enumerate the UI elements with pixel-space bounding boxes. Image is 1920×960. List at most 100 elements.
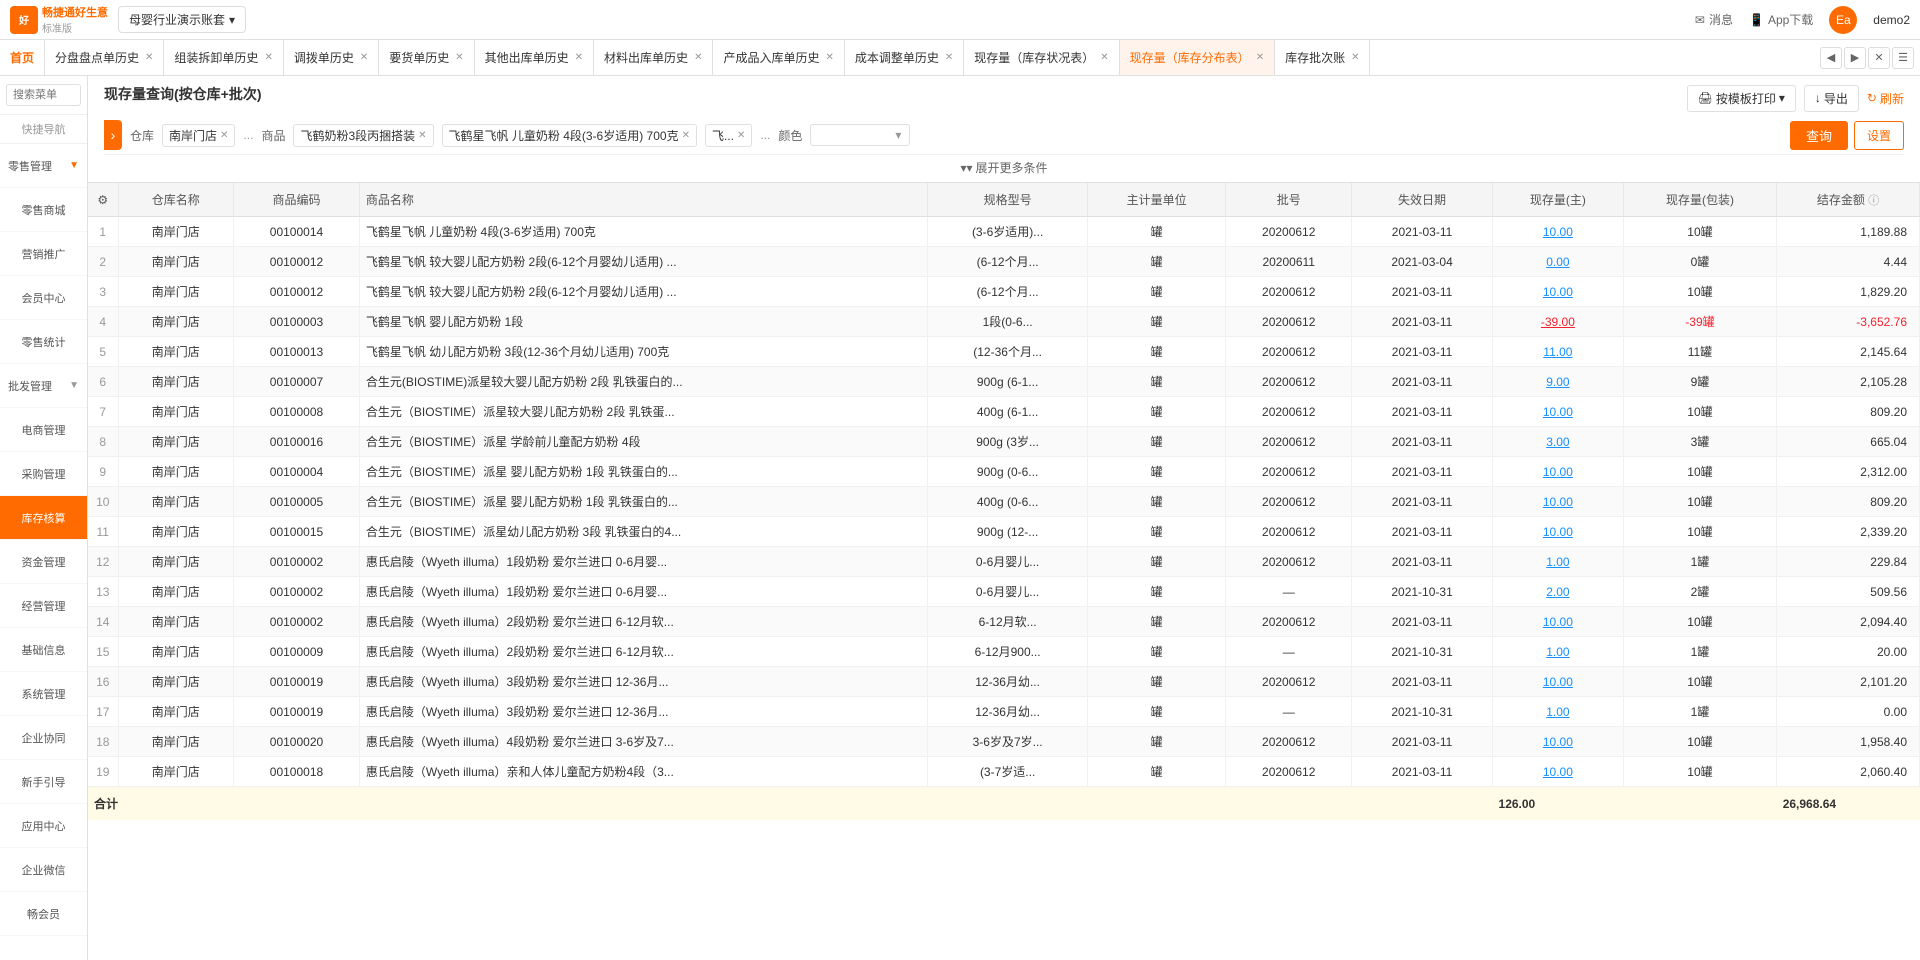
row-qty-main[interactable]: 10.00 [1493, 277, 1624, 307]
export-btn[interactable]: ↓ 导出 [1804, 85, 1859, 112]
nav-tab-inv-status[interactable]: 现存量（库存状况表） ✕ [964, 40, 1119, 76]
purchase-label: 采购管理 [22, 466, 66, 482]
nav-tab-transfer[interactable]: 调拨单历史 ✕ [284, 40, 379, 76]
row-qty-main[interactable]: 11.00 [1493, 337, 1624, 367]
row-qty-main[interactable]: 10.00 [1493, 517, 1624, 547]
user-avatar[interactable]: Ea [1829, 6, 1857, 34]
row-code: 00100015 [234, 517, 360, 547]
nav-tab-inv-dist[interactable]: 现存量（库存分布表） ✕ [1120, 40, 1275, 76]
row-qty-main[interactable]: 1.00 [1493, 697, 1624, 727]
close-combo-tab[interactable]: ✕ [264, 52, 272, 63]
sidebar-item-wechat[interactable]: 企业微信 [0, 848, 87, 892]
row-name: 惠氏启陵（Wyeth illuma）亲和人体儿童配方奶粉4段（3... [359, 757, 927, 787]
retail-label: 零售管理 [8, 158, 52, 174]
product-tag-3[interactable]: 飞... ✕ [705, 124, 752, 147]
row-qty-main[interactable]: 10.00 [1493, 397, 1624, 427]
industry-selector[interactable]: 母婴行业演示账套 ▾ [118, 6, 246, 33]
close-inv-dist-tab[interactable]: ✕ [1256, 52, 1264, 63]
nav-next-btn[interactable]: ▶ [1844, 47, 1866, 69]
sidebar-item-marketing[interactable]: 营销推广 [0, 232, 87, 276]
product-tag-2[interactable]: 飞鹤星飞帆 儿童奶粉 4段(3-6岁适用) 700克 ✕ [442, 124, 697, 147]
nav-tab-batch[interactable]: 库存批次账 ✕ [1275, 40, 1370, 76]
sidebar-item-app-center[interactable]: 应用中心 [0, 804, 87, 848]
sidebar-item-purchase[interactable]: 采购管理 [0, 452, 87, 496]
table-row: 1 南岸门店 00100014 飞鹤星飞帆 儿童奶粉 4段(3-6岁适用) 70… [88, 217, 1920, 247]
nav-tab-home[interactable]: 首页 [0, 40, 45, 76]
row-qty-main[interactable]: 10.00 [1493, 667, 1624, 697]
expand-sidebar-btn[interactable]: › [104, 120, 122, 150]
nav-prev-btn[interactable]: ◀ [1820, 47, 1842, 69]
nav-tab-combo[interactable]: 组装拆卸单历史 ✕ [164, 40, 283, 76]
query-button[interactable]: 查询 [1790, 121, 1848, 150]
close-material-tab[interactable]: ✕ [694, 52, 702, 63]
row-qty-main[interactable]: 10.00 [1493, 727, 1624, 757]
sidebar-item-member2[interactable]: 畅会员 [0, 892, 87, 936]
sidebar-item-shop[interactable]: 零售商城 [0, 188, 87, 232]
close-product-in-tab[interactable]: ✕ [825, 52, 833, 63]
sidebar-item-operations[interactable]: 经营管理 [0, 584, 87, 628]
expand-more-btn[interactable]: ▾▾ 展开更多条件 [960, 159, 1047, 176]
nav-tab-split[interactable]: 分盘盘点单历史 ✕ [45, 40, 164, 76]
close-inv-status-tab[interactable]: ✕ [1100, 52, 1108, 63]
row-qty-main[interactable]: 0.00 [1493, 247, 1624, 277]
row-qty-main[interactable]: 10.00 [1493, 607, 1624, 637]
col-settings[interactable]: ⚙ [88, 183, 118, 217]
row-qty-main[interactable]: 10.00 [1493, 457, 1624, 487]
template-print-btn[interactable]: 🖨 按模板打印 ▾ [1687, 85, 1796, 112]
row-qty-main[interactable]: 1.00 [1493, 547, 1624, 577]
message-action[interactable]: ✉ 消息 [1695, 11, 1733, 28]
sidebar-item-system[interactable]: 系统管理 [0, 672, 87, 716]
row-qty-main[interactable]: 10.00 [1493, 487, 1624, 517]
sidebar-item-member[interactable]: 会员中心 [0, 276, 87, 320]
product-tag-1[interactable]: 飞鹤奶粉3段丙捆搭装 ✕ [293, 124, 433, 147]
remove-product-tag-2[interactable]: ✕ [682, 130, 690, 141]
remove-product-tag-3[interactable]: ✕ [737, 130, 745, 141]
close-batch-tab[interactable]: ✕ [1351, 52, 1359, 63]
sidebar-item-collab[interactable]: 企业协同 [0, 716, 87, 760]
row-no: 1 [88, 217, 118, 247]
remove-warehouse-tag[interactable]: ✕ [220, 130, 228, 141]
sidebar-item-ecommerce[interactable]: 电商管理 [0, 408, 87, 452]
close-order-tab[interactable]: ✕ [455, 52, 463, 63]
header-actions: 🖨 按模板打印 ▾ ↓ 导出 ↻ 刷新 [1687, 85, 1904, 112]
nav-tab-cost[interactable]: 成本调整单历史 ✕ [845, 40, 964, 76]
row-qty-main[interactable]: 9.00 [1493, 367, 1624, 397]
sidebar-item-wholesale[interactable]: 批发管理 ▼ [0, 364, 87, 408]
nav-tab-material[interactable]: 材料出库单历史 ✕ [594, 40, 713, 76]
close-split-tab[interactable]: ✕ [145, 52, 153, 63]
nav-close-btn[interactable]: ✕ [1868, 47, 1890, 69]
row-qty-pkg: 10罐 [1623, 607, 1776, 637]
amount-info-icon[interactable]: ⓘ [1868, 195, 1879, 207]
row-expiry: 2021-03-11 [1352, 487, 1493, 517]
app-download-action[interactable]: 📱 App下载 [1749, 11, 1813, 28]
search-input[interactable] [6, 84, 81, 106]
nav-tab-other-out[interactable]: 其他出库单历史 ✕ [475, 40, 594, 76]
sidebar-item-retail[interactable]: 零售管理 ▼ [0, 144, 87, 188]
settings-button[interactable]: 设置 [1854, 121, 1904, 150]
brand-logo-icon: 好 [10, 6, 38, 34]
row-qty-main[interactable]: 2.00 [1493, 577, 1624, 607]
sidebar-item-basics[interactable]: 基础信息 [0, 628, 87, 672]
row-warehouse: 南岸门店 [118, 367, 234, 397]
row-qty-pkg: 10罐 [1623, 757, 1776, 787]
row-qty-main[interactable]: 10.00 [1493, 757, 1624, 787]
nav-tab-product-in[interactable]: 产成品入库单历史 ✕ [713, 40, 844, 76]
color-selector[interactable]: ▾ [810, 124, 910, 146]
row-qty-main[interactable]: -39.00 [1493, 307, 1624, 337]
nav-more-btn[interactable]: ☰ [1892, 47, 1914, 69]
row-qty-main[interactable]: 3.00 [1493, 427, 1624, 457]
remove-product-tag-1[interactable]: ✕ [418, 130, 426, 141]
close-cost-tab[interactable]: ✕ [945, 52, 953, 63]
close-other-out-tab[interactable]: ✕ [575, 52, 583, 63]
close-transfer-tab[interactable]: ✕ [360, 52, 368, 63]
nav-tab-order[interactable]: 要货单历史 ✕ [379, 40, 474, 76]
row-qty-main[interactable]: 10.00 [1493, 217, 1624, 247]
row-qty-pkg: 10罐 [1623, 517, 1776, 547]
sidebar-item-inventory[interactable]: 库存核算 [0, 496, 87, 540]
sidebar-item-guide[interactable]: 新手引导 [0, 760, 87, 804]
row-qty-main[interactable]: 1.00 [1493, 637, 1624, 667]
refresh-btn[interactable]: ↻ 刷新 [1867, 90, 1904, 107]
sidebar-item-finance[interactable]: 资金管理 [0, 540, 87, 584]
sidebar-item-stats[interactable]: 零售统计 [0, 320, 87, 364]
warehouse-tag-nanan[interactable]: 南岸门店 ✕ [162, 124, 235, 147]
